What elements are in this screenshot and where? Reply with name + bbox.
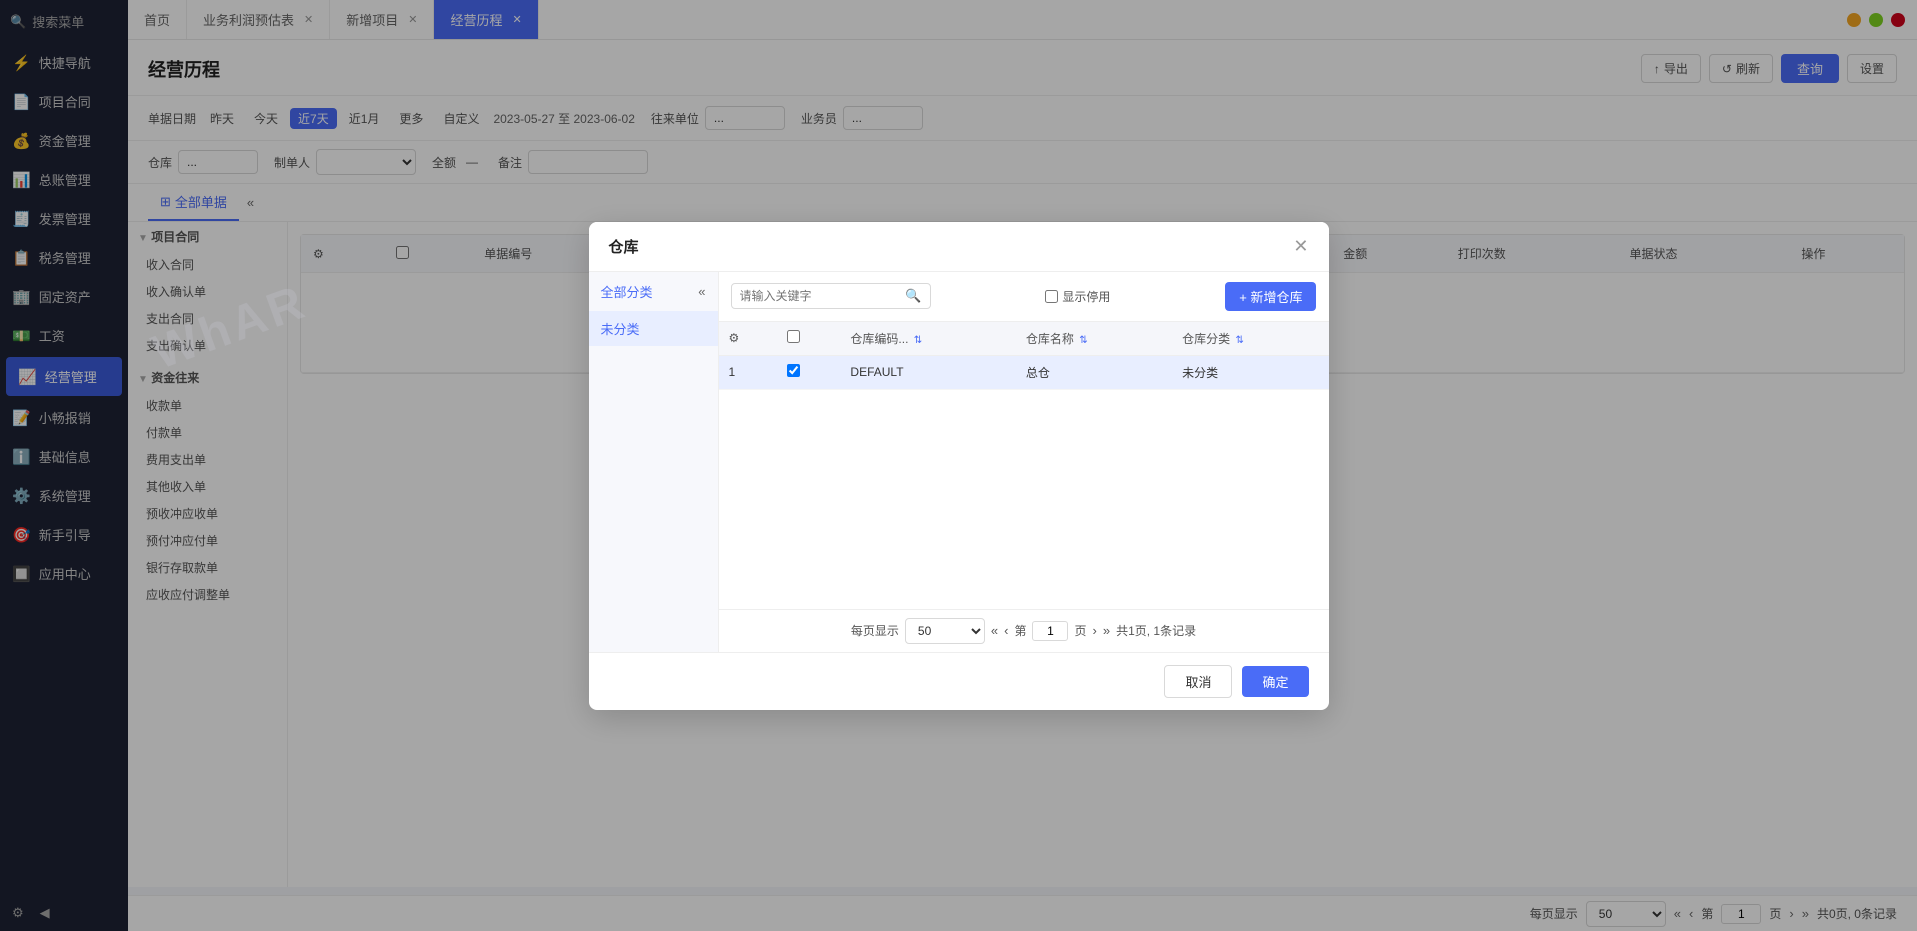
- modal-table-area: ⚙ 仓库编码... ⇅ 仓库名称: [719, 322, 1329, 609]
- left-panel-collapse-icon[interactable]: «: [698, 284, 705, 299]
- all-category-label[interactable]: 全部分类: [601, 282, 653, 301]
- modal-select-all[interactable]: [787, 330, 800, 343]
- add-btn-label: + 新增仓库: [1239, 287, 1302, 306]
- modal-next-page-btn[interactable]: ›: [1093, 623, 1097, 638]
- warehouse-modal: 仓库 ✕ 全部分类 « 未分类 🔍: [589, 222, 1329, 710]
- row-checkbox-cell: [777, 355, 840, 389]
- modal-first-page-btn[interactable]: «: [991, 623, 998, 638]
- row-code-cell: DEFAULT: [840, 355, 1015, 389]
- category-uncategorized[interactable]: 未分类: [589, 311, 718, 346]
- modal-settings-icon[interactable]: ⚙: [729, 331, 740, 345]
- modal-table-header: ⚙ 仓库编码... ⇅ 仓库名称: [719, 322, 1329, 356]
- show-disabled-checkbox[interactable]: [1045, 290, 1058, 303]
- modal-last-page-btn[interactable]: »: [1103, 623, 1110, 638]
- modal-search-wrap: 🔍: [731, 283, 931, 309]
- add-warehouse-button[interactable]: + 新增仓库: [1225, 282, 1316, 311]
- modal-body: 全部分类 « 未分类 🔍 显示停用: [589, 272, 1329, 652]
- modal-toolbar: 🔍 显示停用 + 新增仓库: [719, 272, 1329, 322]
- modal-total-records: 共1页, 1条记录: [1116, 622, 1196, 639]
- modal-page-input[interactable]: [1032, 621, 1068, 641]
- modal-close-button[interactable]: ✕: [1293, 236, 1308, 257]
- modal-header: 仓库 ✕: [589, 222, 1329, 272]
- row-category-cell: 未分类: [1172, 355, 1328, 389]
- modal-prev-page-btn[interactable]: ‹: [1004, 623, 1008, 638]
- modal-footer: 取消 确定: [589, 652, 1329, 710]
- modal-left-header: 全部分类 «: [589, 272, 718, 311]
- modal-category-list: 未分类: [589, 311, 718, 652]
- modal-page-suffix: 页: [1074, 622, 1086, 639]
- modal-title: 仓库: [609, 236, 639, 257]
- sort-cat-icon: ⇅: [1236, 335, 1244, 346]
- sort-name-icon: ⇅: [1079, 335, 1087, 346]
- modal-search-input[interactable]: [740, 289, 902, 303]
- modal-search-icon[interactable]: 🔍: [905, 288, 921, 304]
- show-disabled-label: 显示停用: [1062, 288, 1110, 305]
- modal-overlay: WhAR 仓库 ✕ 全部分类 « 未分类: [0, 0, 1917, 931]
- modal-left-panel: 全部分类 « 未分类: [589, 272, 719, 652]
- modal-th-checkbox: [777, 322, 840, 356]
- row-name-cell: 总仓: [1016, 355, 1172, 389]
- modal-per-page-select[interactable]: 50 100: [905, 618, 985, 644]
- modal-th-name[interactable]: 仓库名称 ⇅: [1016, 322, 1172, 356]
- modal-table-body: 1 DEFAULT 总仓 未分类: [719, 355, 1329, 389]
- modal-per-page-label: 每页显示: [851, 622, 899, 639]
- row-select-checkbox[interactable]: [787, 364, 800, 377]
- modal-confirm-button[interactable]: 确定: [1242, 666, 1308, 697]
- modal-th-code[interactable]: 仓库编码... ⇅: [840, 322, 1015, 356]
- modal-th-category[interactable]: 仓库分类 ⇅: [1172, 322, 1328, 356]
- modal-th-settings: ⚙: [719, 322, 778, 356]
- modal-table: ⚙ 仓库编码... ⇅ 仓库名称: [719, 322, 1329, 390]
- row-index: 1: [719, 355, 778, 389]
- modal-cancel-button[interactable]: 取消: [1164, 665, 1232, 698]
- modal-page-label: 第: [1014, 622, 1026, 639]
- modal-right-panel: 🔍 显示停用 + 新增仓库: [719, 272, 1329, 652]
- table-row[interactable]: 1 DEFAULT 总仓 未分类: [719, 355, 1329, 389]
- modal-pagination: 每页显示 50 100 « ‹ 第 页 › » 共1页, 1条记录: [719, 609, 1329, 652]
- watermark-text: WhAR: [145, 274, 314, 380]
- sort-code-icon: ⇅: [914, 335, 922, 346]
- show-disabled-toggle[interactable]: 显示停用: [1045, 288, 1110, 305]
